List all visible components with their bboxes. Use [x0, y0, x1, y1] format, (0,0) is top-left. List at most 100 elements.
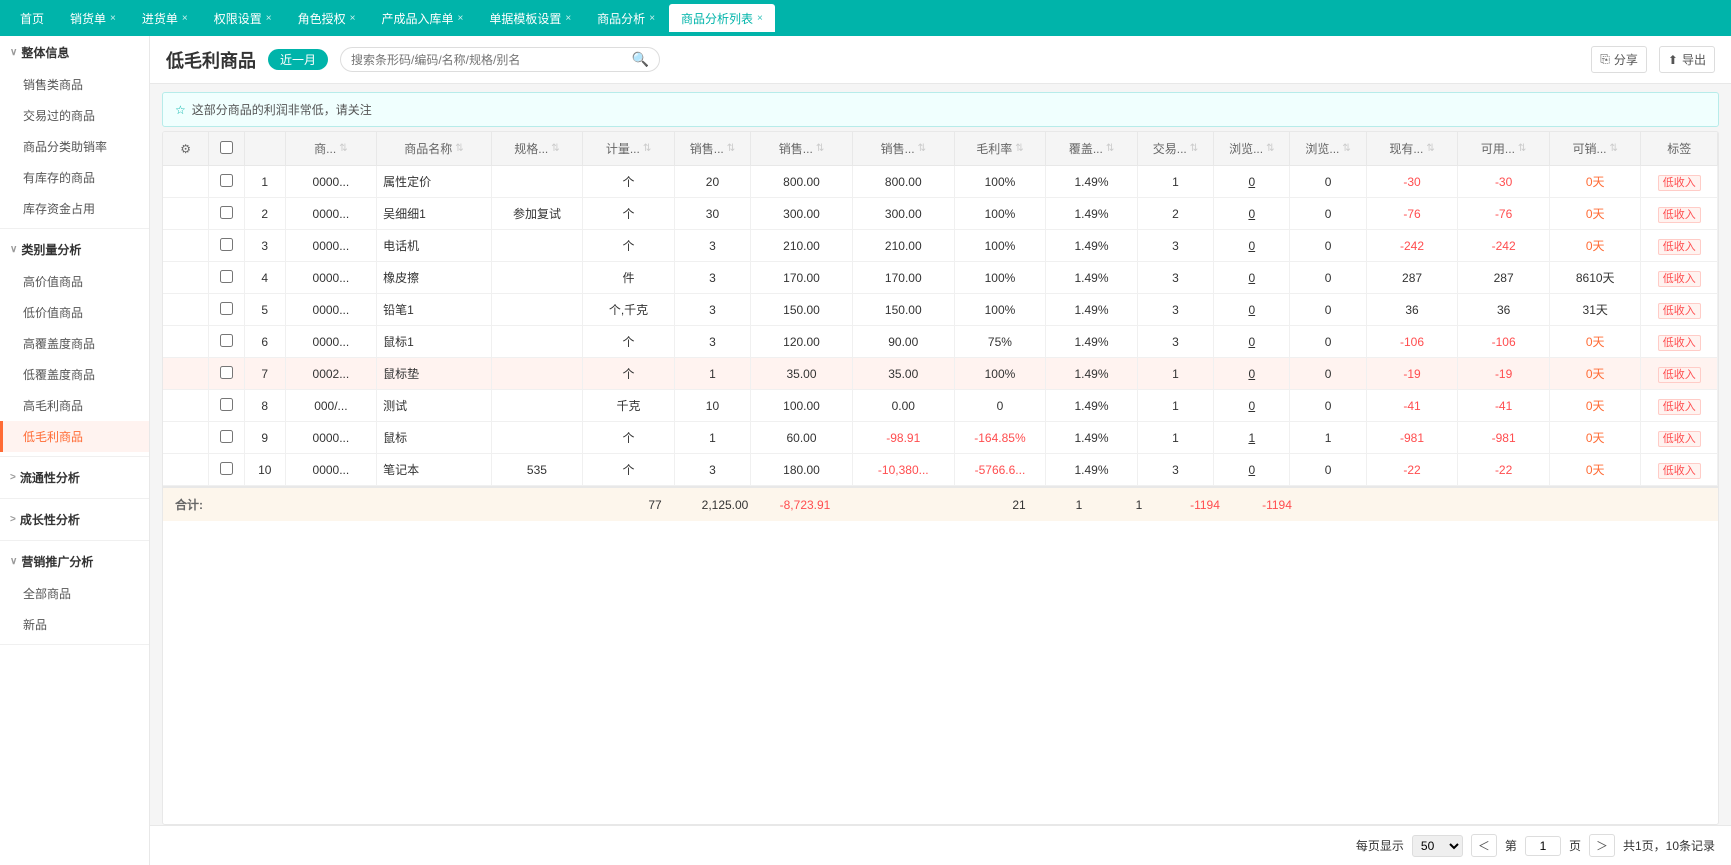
sidebar-item-低毛利商品[interactable]: 低毛利商品	[0, 421, 149, 452]
cell-no: 8	[244, 390, 285, 422]
cell-views1[interactable]: 0	[1214, 358, 1290, 390]
nav-item-单据模板设置[interactable]: 单据模板设置×	[477, 4, 583, 32]
cell-checkbox[interactable]	[209, 326, 245, 358]
row-checkbox[interactable]	[220, 206, 233, 219]
sidebar-item-库存资金占用[interactable]: 库存资金占用	[0, 193, 149, 224]
sidebar-group-流通性分析[interactable]: >流通性分析	[0, 461, 149, 494]
nav-close-icon[interactable]: ×	[350, 13, 356, 24]
row-checkbox[interactable]	[220, 366, 233, 379]
share-button[interactable]: ⎘ 分享	[1591, 46, 1647, 73]
nav-item-进货单[interactable]: 进货单×	[130, 4, 200, 32]
nav-close-icon[interactable]: ×	[649, 13, 655, 24]
share-label: 分享	[1614, 51, 1638, 68]
cell-views1[interactable]: 0	[1214, 198, 1290, 230]
row-checkbox[interactable]	[220, 270, 233, 283]
row-checkbox[interactable]	[220, 238, 233, 251]
tag-badge: 低收入	[1658, 271, 1701, 287]
nav-item-首页[interactable]: 首页	[8, 4, 56, 32]
sidebar-item-全部商品[interactable]: 全部商品	[0, 578, 149, 609]
next-page-button[interactable]: ＞	[1589, 834, 1615, 857]
views1-link[interactable]: 0	[1248, 207, 1255, 221]
page-number-input[interactable]	[1525, 836, 1561, 856]
sidebar-item-交易过的商品[interactable]: 交易过的商品	[0, 100, 149, 131]
sidebar-group-成长性分析[interactable]: >成长性分析	[0, 503, 149, 536]
nav-item-权限设置[interactable]: 权限设置×	[202, 4, 284, 32]
cell-sales-amount: 170.00	[751, 262, 853, 294]
cell-checkbox[interactable]	[209, 262, 245, 294]
sidebar-item-高毛利商品[interactable]: 高毛利商品	[0, 390, 149, 421]
cell-sales-qty: 30	[674, 198, 750, 230]
sidebar-item-高覆盖度商品[interactable]: 高覆盖度商品	[0, 328, 149, 359]
cell-sales-amount: 100.00	[751, 390, 853, 422]
sidebar-item-低价值商品[interactable]: 低价值商品	[0, 297, 149, 328]
nav-close-icon[interactable]: ×	[457, 13, 463, 24]
cell-views1[interactable]: 0	[1214, 166, 1290, 198]
sidebar-group-整体信息[interactable]: ∨整体信息	[0, 36, 149, 69]
search-input[interactable]	[351, 53, 626, 67]
nav-close-icon[interactable]: ×	[110, 13, 116, 24]
select-all-checkbox[interactable]	[220, 141, 233, 154]
sidebar-item-商品分类助销率[interactable]: 商品分类助销率	[0, 131, 149, 162]
row-checkbox[interactable]	[220, 334, 233, 347]
cell-checkbox[interactable]	[209, 230, 245, 262]
cell-views1[interactable]: 1	[1214, 422, 1290, 454]
row-checkbox[interactable]	[220, 302, 233, 315]
cell-checkbox[interactable]	[209, 422, 245, 454]
sidebar-item-高价值商品[interactable]: 高价值商品	[0, 266, 149, 297]
views1-link[interactable]: 0	[1248, 175, 1255, 189]
sidebar-item-低覆盖度商品[interactable]: 低覆盖度商品	[0, 359, 149, 390]
cell-sales-qty: 3	[674, 326, 750, 358]
cell-views1[interactable]: 0	[1214, 390, 1290, 422]
cell-views1[interactable]: 0	[1214, 262, 1290, 294]
nav-close-icon[interactable]: ×	[266, 13, 272, 24]
prev-page-button[interactable]: ＜	[1471, 834, 1497, 857]
cell-checkbox[interactable]	[209, 390, 245, 422]
nav-item-角色授权[interactable]: 角色授权×	[286, 4, 368, 32]
cell-tag: 低收入	[1641, 422, 1718, 454]
cell-views1[interactable]: 0	[1214, 326, 1290, 358]
row-checkbox[interactable]	[220, 174, 233, 187]
page-size-select[interactable]: 50 100 200	[1412, 835, 1463, 857]
row-checkbox[interactable]	[220, 430, 233, 443]
cell-views1[interactable]: 0	[1214, 230, 1290, 262]
nav-item-产成品入库单[interactable]: 产成品入库单×	[369, 4, 475, 32]
views1-link[interactable]: 0	[1248, 399, 1255, 413]
views1-link[interactable]: 0	[1248, 335, 1255, 349]
cell-checkbox[interactable]	[209, 166, 245, 198]
export-button[interactable]: ⬆ 导出	[1659, 46, 1715, 73]
cell-views1[interactable]: 0	[1214, 454, 1290, 486]
sidebar-item-新品[interactable]: 新品	[0, 609, 149, 640]
views1-link[interactable]: 0	[1248, 367, 1255, 381]
nav-item-商品分析列表[interactable]: 商品分析列表×	[669, 4, 775, 32]
col-settings[interactable]: ⚙	[163, 132, 209, 166]
nav-item-销货单[interactable]: 销货单×	[58, 4, 128, 32]
nav-item-商品分析[interactable]: 商品分析×	[585, 4, 667, 32]
cell-checkbox[interactable]	[209, 294, 245, 326]
nav-close-icon[interactable]: ×	[757, 13, 763, 24]
sidebar-group-营销推广分析[interactable]: ∨营销推广分析	[0, 545, 149, 578]
export-icon: ⬆	[1668, 53, 1678, 67]
views1-link[interactable]: 0	[1248, 271, 1255, 285]
cell-settings	[163, 422, 209, 454]
cell-views1[interactable]: 0	[1214, 294, 1290, 326]
row-checkbox[interactable]	[220, 462, 233, 475]
sidebar-item-销售类商品[interactable]: 销售类商品	[0, 69, 149, 100]
sidebar-item-有库存的商品[interactable]: 有库存的商品	[0, 162, 149, 193]
views1-link[interactable]: 1	[1248, 431, 1255, 445]
views1-link[interactable]: 0	[1248, 239, 1255, 253]
cell-tag: 低收入	[1641, 358, 1718, 390]
filter-button[interactable]: 近一月	[268, 49, 328, 70]
row-checkbox[interactable]	[220, 398, 233, 411]
sidebar-group-类别量分析[interactable]: ∨类别量分析	[0, 233, 149, 266]
cell-sales-profit: -10,380...	[852, 454, 954, 486]
nav-close-icon[interactable]: ×	[182, 13, 188, 24]
cell-no: 4	[244, 262, 285, 294]
views1-link[interactable]: 0	[1248, 463, 1255, 477]
cell-checkbox[interactable]	[209, 454, 245, 486]
nav-close-icon[interactable]: ×	[565, 13, 571, 24]
views1-link[interactable]: 0	[1248, 303, 1255, 317]
cell-checkbox[interactable]	[209, 198, 245, 230]
sidebar-divider	[0, 644, 149, 645]
cell-checkbox[interactable]	[209, 358, 245, 390]
cell-coverage: 1.49%	[1046, 262, 1138, 294]
